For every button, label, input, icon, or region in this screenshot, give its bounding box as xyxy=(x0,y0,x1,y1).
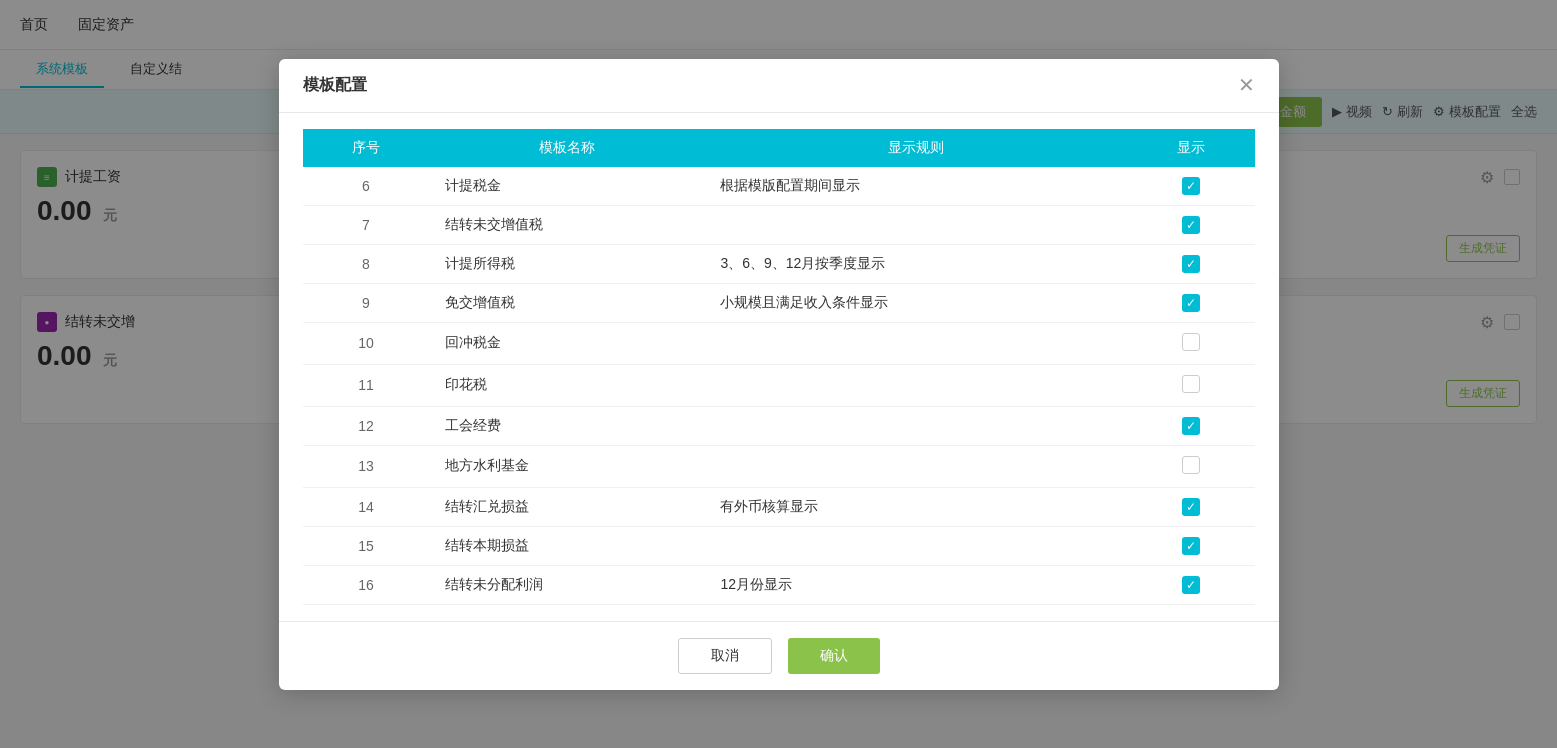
cell-rule-2: 3、6、9、12月按季度显示 xyxy=(704,244,1127,283)
cell-rule-0: 根据模版配置期间显示 xyxy=(704,167,1127,206)
cell-checkbox-9[interactable]: ✓ xyxy=(1128,526,1255,565)
col-header-rule: 显示规则 xyxy=(704,129,1127,167)
cell-checkbox-5[interactable] xyxy=(1128,364,1255,406)
cell-no-3: 9 xyxy=(303,283,430,322)
cell-rule-8: 有外币核算显示 xyxy=(704,487,1127,526)
table-row: 14结转汇兑损益有外币核算显示 ✓ xyxy=(303,487,1255,526)
modal-title: 模板配置 xyxy=(303,75,367,96)
cell-name-3: 免交增值税 xyxy=(429,283,704,322)
table-row: 6计提税金根据模版配置期间显示 ✓ xyxy=(303,167,1255,206)
checkbox-checked-10[interactable]: ✓ xyxy=(1182,576,1200,594)
cell-checkbox-0[interactable]: ✓ xyxy=(1128,167,1255,206)
col-header-no: 序号 xyxy=(303,129,430,167)
cell-name-6: 工会经费 xyxy=(429,406,704,445)
table-row: 8计提所得税3、6、9、12月按季度显示 ✓ xyxy=(303,244,1255,283)
cell-name-8: 结转汇兑损益 xyxy=(429,487,704,526)
cell-no-7: 13 xyxy=(303,445,430,487)
table-row: 16结转未分配利润12月份显示 ✓ xyxy=(303,565,1255,604)
cell-checkbox-3[interactable]: ✓ xyxy=(1128,283,1255,322)
cell-no-9: 15 xyxy=(303,526,430,565)
cell-no-4: 10 xyxy=(303,322,430,364)
cell-no-1: 7 xyxy=(303,205,430,244)
cell-rule-7 xyxy=(704,445,1127,487)
checkbox-checked-0[interactable]: ✓ xyxy=(1182,177,1200,195)
modal-close-button[interactable]: ✕ xyxy=(1238,75,1255,95)
cell-rule-9 xyxy=(704,526,1127,565)
cell-no-6: 12 xyxy=(303,406,430,445)
modal-header: 模板配置 ✕ xyxy=(279,59,1279,113)
cancel-button[interactable]: 取消 xyxy=(678,638,772,674)
cell-rule-5 xyxy=(704,364,1127,406)
cell-checkbox-7[interactable] xyxy=(1128,445,1255,487)
col-header-name: 模板名称 xyxy=(429,129,704,167)
cell-no-0: 6 xyxy=(303,167,430,206)
cell-rule-1 xyxy=(704,205,1127,244)
template-config-modal: 模板配置 ✕ 序号 模板名称 显示规则 显示 6 xyxy=(279,59,1279,690)
cell-name-10: 结转未分配利润 xyxy=(429,565,704,604)
table-row: 10回冲税金 xyxy=(303,322,1255,364)
cell-rule-6 xyxy=(704,406,1127,445)
modal-overlay: 模板配置 ✕ 序号 模板名称 显示规则 显示 6 xyxy=(0,0,1557,748)
modal-body: 序号 模板名称 显示规则 显示 6计提税金根据模版配置期间显示✓7结转未交增值税… xyxy=(279,113,1279,621)
cell-checkbox-1[interactable]: ✓ xyxy=(1128,205,1255,244)
table-header-row: 序号 模板名称 显示规则 显示 xyxy=(303,129,1255,167)
checkbox-checked-6[interactable]: ✓ xyxy=(1182,417,1200,435)
table-row: 15结转本期损益 ✓ xyxy=(303,526,1255,565)
cell-checkbox-6[interactable]: ✓ xyxy=(1128,406,1255,445)
cell-no-5: 11 xyxy=(303,364,430,406)
col-header-display: 显示 xyxy=(1128,129,1255,167)
checkbox-checked-8[interactable]: ✓ xyxy=(1182,498,1200,516)
table-scroll-container[interactable]: 序号 模板名称 显示规则 显示 6计提税金根据模版配置期间显示✓7结转未交增值税… xyxy=(303,129,1255,605)
cell-no-2: 8 xyxy=(303,244,430,283)
cell-no-10: 16 xyxy=(303,565,430,604)
cell-name-0: 计提税金 xyxy=(429,167,704,206)
cell-name-4: 回冲税金 xyxy=(429,322,704,364)
cell-rule-3: 小规模且满足收入条件显示 xyxy=(704,283,1127,322)
cell-checkbox-2[interactable]: ✓ xyxy=(1128,244,1255,283)
checkbox-checked-9[interactable]: ✓ xyxy=(1182,537,1200,555)
checkbox-checked-2[interactable]: ✓ xyxy=(1182,255,1200,273)
cell-name-2: 计提所得税 xyxy=(429,244,704,283)
cell-no-8: 14 xyxy=(303,487,430,526)
cell-name-7: 地方水利基金 xyxy=(429,445,704,487)
cell-name-5: 印花税 xyxy=(429,364,704,406)
cell-name-9: 结转本期损益 xyxy=(429,526,704,565)
table-row: 11印花税 xyxy=(303,364,1255,406)
table-row: 7结转未交增值税 ✓ xyxy=(303,205,1255,244)
cell-rule-4 xyxy=(704,322,1127,364)
checkbox-checked-3[interactable]: ✓ xyxy=(1182,294,1200,312)
modal-footer: 取消 确认 xyxy=(279,621,1279,690)
config-table: 序号 模板名称 显示规则 显示 6计提税金根据模版配置期间显示✓7结转未交增值税… xyxy=(303,129,1255,605)
cell-checkbox-4[interactable] xyxy=(1128,322,1255,364)
confirm-button[interactable]: 确认 xyxy=(788,638,880,674)
checkbox-unchecked-4[interactable] xyxy=(1182,333,1200,351)
table-row: 13地方水利基金 xyxy=(303,445,1255,487)
cell-rule-10: 12月份显示 xyxy=(704,565,1127,604)
table-row: 9免交增值税小规模且满足收入条件显示 ✓ xyxy=(303,283,1255,322)
cell-checkbox-8[interactable]: ✓ xyxy=(1128,487,1255,526)
cell-checkbox-10[interactable]: ✓ xyxy=(1128,565,1255,604)
checkbox-unchecked-7[interactable] xyxy=(1182,456,1200,474)
cell-name-1: 结转未交增值税 xyxy=(429,205,704,244)
table-row: 12工会经费 ✓ xyxy=(303,406,1255,445)
checkbox-unchecked-5[interactable] xyxy=(1182,375,1200,393)
checkbox-checked-1[interactable]: ✓ xyxy=(1182,216,1200,234)
table-body: 6计提税金根据模版配置期间显示✓7结转未交增值税✓8计提所得税3、6、9、12月… xyxy=(303,167,1255,605)
